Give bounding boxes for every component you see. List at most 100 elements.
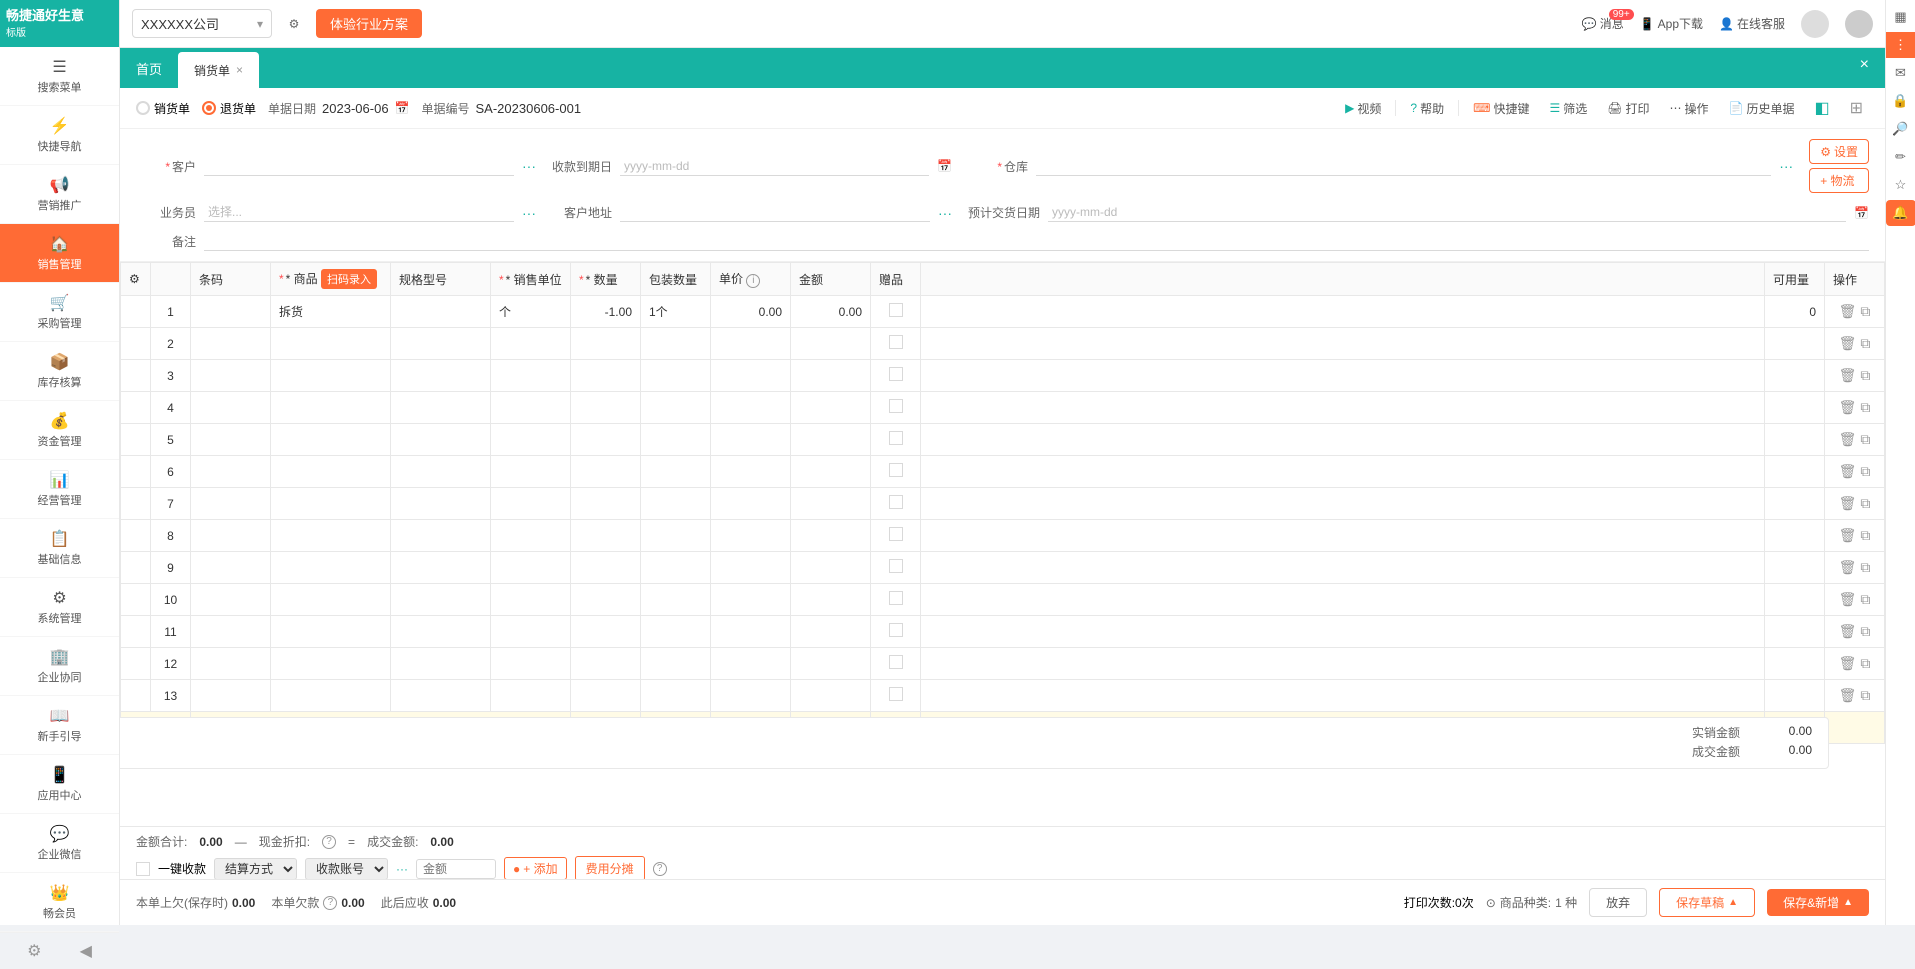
company-selector[interactable]: XXXXXX公司 ▾ bbox=[132, 9, 272, 38]
row-pkgqty-7[interactable] bbox=[641, 520, 711, 552]
row-unit-0[interactable]: 个 bbox=[491, 296, 571, 328]
sidebar-item-0[interactable]: ☰搜索菜单 bbox=[0, 47, 119, 106]
row-barcode-10[interactable] bbox=[191, 616, 271, 648]
sidebar-item-1[interactable]: ⚡快捷导航 bbox=[0, 106, 119, 165]
row-note-11[interactable] bbox=[921, 648, 1765, 680]
help-btn[interactable]: ? 帮助 bbox=[1404, 98, 1450, 119]
row-copy-0[interactable]: ⧉ bbox=[1860, 303, 1870, 320]
row-price-3[interactable] bbox=[711, 392, 791, 424]
row-price-7[interactable] bbox=[711, 520, 791, 552]
row-amount-4[interactable] bbox=[791, 424, 871, 456]
row-barcode-1[interactable] bbox=[191, 328, 271, 360]
row-pkgqty-5[interactable] bbox=[641, 456, 711, 488]
row-spec-6[interactable] bbox=[391, 488, 491, 520]
row-spec-10[interactable] bbox=[391, 616, 491, 648]
row-product-9[interactable] bbox=[271, 584, 391, 616]
action-btn[interactable]: ⋯ 操作 bbox=[1663, 98, 1714, 119]
row-price-12[interactable] bbox=[711, 680, 791, 712]
row-copy-8[interactable]: ⧉ bbox=[1860, 559, 1870, 576]
row-copy-3[interactable]: ⧉ bbox=[1860, 399, 1870, 416]
sidebar-item-10[interactable]: 🏢企业协同 bbox=[0, 637, 119, 696]
sidebar-item-2[interactable]: 📢营销推广 bbox=[0, 165, 119, 224]
row-barcode-5[interactable] bbox=[191, 456, 271, 488]
warehouse-input[interactable]: 建材仓 bbox=[1036, 157, 1771, 176]
gift-checkbox-9[interactable] bbox=[889, 591, 903, 605]
row-delete-5[interactable]: 🗑 bbox=[1839, 463, 1857, 480]
rp-btn-6[interactable]: ✏ bbox=[1888, 144, 1914, 170]
row-product-7[interactable] bbox=[271, 520, 391, 552]
row-barcode-3[interactable] bbox=[191, 392, 271, 424]
row-unit-11[interactable] bbox=[491, 648, 571, 680]
row-gift-11[interactable] bbox=[871, 648, 921, 680]
sidebar-settings-icon[interactable]: ⚙ bbox=[27, 941, 41, 961]
expected-date-calendar-icon[interactable]: 📅 bbox=[1854, 206, 1869, 220]
topbar-settings-btn[interactable]: ⚙ bbox=[280, 10, 308, 38]
sidebar-item-4[interactable]: 🛒采购管理 bbox=[0, 283, 119, 342]
row-pkgqty-10[interactable] bbox=[641, 616, 711, 648]
user-avatar[interactable] bbox=[1801, 10, 1829, 38]
row-note-12[interactable] bbox=[921, 680, 1765, 712]
due-date-input[interactable] bbox=[620, 157, 929, 176]
row-note-8[interactable] bbox=[921, 552, 1765, 584]
row-qty-2[interactable] bbox=[571, 360, 641, 392]
row-barcode-12[interactable] bbox=[191, 680, 271, 712]
row-gift-4[interactable] bbox=[871, 424, 921, 456]
rp-btn-3[interactable]: ✉ bbox=[1888, 60, 1914, 86]
row-spec-9[interactable] bbox=[391, 584, 491, 616]
row-delete-4[interactable]: 🗑 bbox=[1839, 431, 1857, 448]
row-product-3[interactable] bbox=[271, 392, 391, 424]
row-product-6[interactable] bbox=[271, 488, 391, 520]
tab-home[interactable]: 首页 bbox=[120, 48, 178, 88]
gift-checkbox-11[interactable] bbox=[889, 655, 903, 669]
row-qty-3[interactable] bbox=[571, 392, 641, 424]
fee-info-icon[interactable]: ? bbox=[653, 862, 667, 876]
sidebar-item-14[interactable]: 👑畅会员 bbox=[0, 873, 119, 932]
row-note-2[interactable] bbox=[921, 360, 1765, 392]
row-spec-3[interactable] bbox=[391, 392, 491, 424]
row-qty-5[interactable] bbox=[571, 456, 641, 488]
row-copy-6[interactable]: ⧉ bbox=[1860, 495, 1870, 512]
sidebar-item-3[interactable]: 🏠销售管理 bbox=[0, 224, 119, 283]
row-note-0[interactable] bbox=[921, 296, 1765, 328]
row-gift-2[interactable] bbox=[871, 360, 921, 392]
owe-info-icon[interactable]: ? bbox=[323, 896, 337, 910]
row-copy-12[interactable]: ⧉ bbox=[1860, 687, 1870, 704]
row-spec-8[interactable] bbox=[391, 552, 491, 584]
save-draft-btn[interactable]: 保存草稿 ▲ bbox=[1659, 888, 1755, 917]
row-gift-7[interactable] bbox=[871, 520, 921, 552]
row-delete-1[interactable]: 🗑 bbox=[1839, 335, 1857, 352]
row-pkgqty-1[interactable] bbox=[641, 328, 711, 360]
sidebar-item-9[interactable]: ⚙系统管理 bbox=[0, 578, 119, 637]
row-barcode-9[interactable] bbox=[191, 584, 271, 616]
logistics-btn[interactable]: + 物流 bbox=[1809, 168, 1869, 193]
gift-checkbox-8[interactable] bbox=[889, 559, 903, 573]
row-unit-12[interactable] bbox=[491, 680, 571, 712]
row-gift-9[interactable] bbox=[871, 584, 921, 616]
product-kind[interactable]: ⊙ 商品种类: 1 种 bbox=[1486, 894, 1577, 911]
trial-btn[interactable]: 体验行业方案 bbox=[316, 9, 422, 38]
row-qty-11[interactable] bbox=[571, 648, 641, 680]
account-dots[interactable]: ··· bbox=[396, 862, 408, 876]
row-product-4[interactable] bbox=[271, 424, 391, 456]
th-settings[interactable]: ⚙ bbox=[121, 263, 151, 296]
row-delete-10[interactable]: 🗑 bbox=[1839, 623, 1857, 640]
view-grid-btn[interactable]: ⊞ bbox=[1844, 96, 1869, 120]
row-copy-9[interactable]: ⧉ bbox=[1860, 591, 1870, 608]
row-pkgqty-6[interactable] bbox=[641, 488, 711, 520]
filter-btn[interactable]: ☰ 筛选 bbox=[1543, 98, 1593, 119]
row-note-1[interactable] bbox=[921, 328, 1765, 360]
row-unit-7[interactable] bbox=[491, 520, 571, 552]
row-spec-1[interactable] bbox=[391, 328, 491, 360]
row-product-5[interactable] bbox=[271, 456, 391, 488]
radio-sale[interactable]: 销货单 bbox=[136, 100, 190, 117]
row-copy-1[interactable]: ⧉ bbox=[1860, 335, 1870, 352]
row-gift-6[interactable] bbox=[871, 488, 921, 520]
row-unit-9[interactable] bbox=[491, 584, 571, 616]
row-qty-10[interactable] bbox=[571, 616, 641, 648]
row-spec-5[interactable] bbox=[391, 456, 491, 488]
row-amount-3[interactable] bbox=[791, 392, 871, 424]
row-amount-6[interactable] bbox=[791, 488, 871, 520]
row-amount-12[interactable] bbox=[791, 680, 871, 712]
row-pkgqty-11[interactable] bbox=[641, 648, 711, 680]
row-price-4[interactable] bbox=[711, 424, 791, 456]
